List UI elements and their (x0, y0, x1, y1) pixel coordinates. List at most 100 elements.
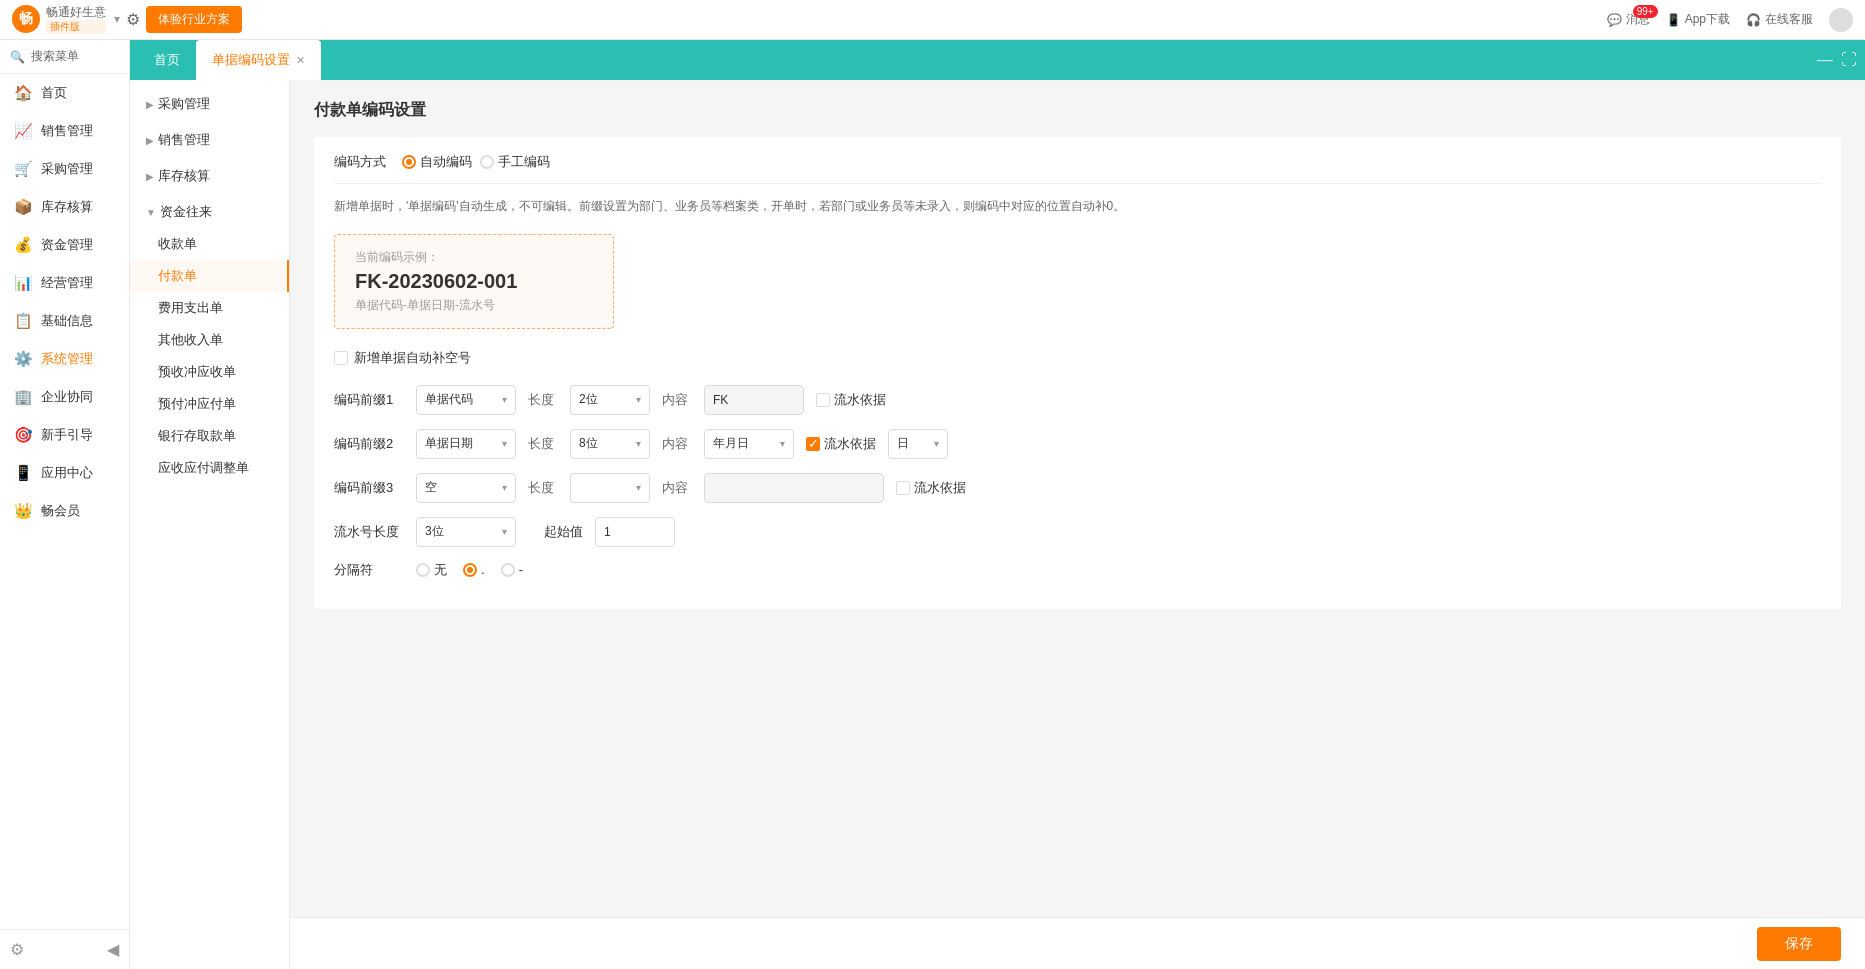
auto-code-radio-dot (402, 155, 416, 169)
prefix2-select[interactable]: 单据日期 ▾ (416, 429, 516, 459)
main-layout: 🔍 搜索菜单 🏠 首页 📈 销售管理 🛒 采购管理 📦 库存核算 💰 资金管理 … (0, 40, 1865, 969)
sidebar-item-home[interactable]: 🏠 首页 (0, 74, 129, 112)
sub-group-inventory-title[interactable]: ▶ 库存核算 (130, 160, 289, 192)
content3-value (704, 473, 884, 503)
auto-code-radio[interactable]: 自动编码 (402, 153, 472, 171)
prefix3-arrow-icon: ▾ (502, 482, 507, 493)
start-value-input[interactable]: 1 (595, 517, 675, 547)
content2-select[interactable]: 年月日 ▾ (704, 429, 794, 459)
search-menu-button[interactable]: 🔍 搜索菜单 (0, 40, 129, 74)
sub-group-inventory: ▶ 库存核算 (130, 160, 289, 192)
stream2-day-select[interactable]: 日 ▾ (888, 429, 948, 459)
sub-item-prepay-offset[interactable]: 预收冲应收单 (130, 356, 289, 388)
sub-group-capital-title[interactable]: ▼ 资金往来 (130, 196, 289, 228)
sep-dot-radio[interactable]: . (463, 562, 485, 577)
sidebar-item-system[interactable]: ⚙️ 系统管理 (0, 340, 129, 378)
serial-row: 流水号长度 3位 ▾ 起始值 1 (334, 517, 1821, 547)
serial-arrow-icon: ▾ (502, 526, 507, 537)
user-avatar[interactable] (1829, 8, 1853, 32)
manual-code-radio-dot (480, 155, 494, 169)
message-button[interactable]: 💬 消息 99+ (1607, 11, 1650, 28)
sidebar-item-finance[interactable]: 💰 资金管理 (0, 226, 129, 264)
stream2-checkbox[interactable]: ✓ 流水依据 (806, 435, 876, 453)
stream2-checkbox-box: ✓ (806, 437, 820, 451)
length3-arrow-icon: ▾ (636, 482, 641, 493)
arrow-down-icon: ▼ (146, 207, 156, 218)
code-example-box: 当前编码示例： FK-20230602-001 单据代码-单据日期-流水号 (334, 234, 614, 329)
length2-select[interactable]: 8位 ▾ (570, 429, 650, 459)
stream1-checkbox[interactable]: 流水依据 (816, 391, 886, 409)
finance-icon: 💰 (14, 236, 33, 254)
prefix1-label: 编码前缀1 (334, 391, 404, 409)
prefix3-label: 编码前缀3 (334, 479, 404, 497)
home-icon: 🏠 (14, 84, 33, 102)
sub-item-payment[interactable]: 付款单 (130, 260, 289, 292)
arrow-icon: ▶ (146, 135, 154, 146)
operation-icon: 📊 (14, 274, 33, 292)
sep-none-radio[interactable]: 无 (416, 561, 447, 579)
auto-fill-checkbox[interactable] (334, 351, 348, 365)
tab-encoding-settings[interactable]: 单据编码设置 ✕ (196, 40, 321, 80)
prefix1-arrow-icon: ▾ (502, 394, 507, 405)
length1-select[interactable]: 2位 ▾ (570, 385, 650, 415)
sub-item-expense[interactable]: 费用支出单 (130, 292, 289, 324)
sidebar-item-basic[interactable]: 📋 基础信息 (0, 302, 129, 340)
brand-icon: 畅 (12, 5, 40, 33)
arrow-icon: ▶ (146, 171, 154, 182)
sidebar-item-membership[interactable]: 👑 畅会员 (0, 492, 129, 530)
content3-label: 内容 (662, 479, 688, 497)
content-wrapper: ▶ 采购管理 ▶ 销售管理 ▶ 库存核算 (130, 80, 1865, 969)
sub-group-capital: ▼ 资金往来 收款单 付款单 费用支出单 其他收入单 预收冲应收单 预付冲应付单… (130, 196, 289, 484)
trial-button[interactable]: 体验行业方案 (146, 6, 242, 33)
length3-select[interactable]: ▾ (570, 473, 650, 503)
sidebar-item-enterprise[interactable]: 🏢 企业协同 (0, 378, 129, 416)
info-text: 新增单据时，'单据编码'自动生成，不可编辑。前缀设置为部门、业务员等档案类，开单… (334, 196, 1821, 218)
serial-length-select[interactable]: 3位 ▾ (416, 517, 516, 547)
stream3-checkbox[interactable]: 流水依据 (896, 479, 966, 497)
sub-item-receipt[interactable]: 收款单 (130, 228, 289, 260)
sub-group-purchase-title[interactable]: ▶ 采购管理 (130, 88, 289, 120)
arrow-icon: ▶ (146, 99, 154, 110)
sidebar-item-purchase[interactable]: 🛒 采购管理 (0, 150, 129, 188)
code-example-sub: 单据代码-单据日期-流水号 (355, 297, 593, 314)
page-title: 付款单编码设置 (314, 100, 1841, 121)
tab-home[interactable]: 首页 (138, 40, 196, 80)
dropdown-arrow-icon[interactable]: ▾ (114, 12, 120, 26)
sidebar-settings-icon[interactable]: ⚙ (10, 940, 24, 959)
topbar-left: 畅 畅通好生意 插件版 ▾ ⚙ 体验行业方案 (12, 5, 242, 33)
sidebar-collapse-icon[interactable]: ◀ (107, 940, 119, 959)
topbar-right: 💬 消息 99+ 📱 App下载 🎧 在线客服 (1607, 8, 1853, 32)
sep-none-dot (416, 563, 430, 577)
separator-label: 分隔符 (334, 561, 404, 579)
sep-dash-radio[interactable]: - (501, 562, 523, 577)
sidebar-item-inventory[interactable]: 📦 库存核算 (0, 188, 129, 226)
stream1-checkbox-box (816, 393, 830, 407)
sub-item-adjust[interactable]: 应收应付调整单 (130, 452, 289, 484)
app-download-button[interactable]: 📱 App下载 (1666, 11, 1730, 28)
prefix1-select[interactable]: 单据代码 ▾ (416, 385, 516, 415)
sidebar-item-appcenter[interactable]: 📱 应用中心 (0, 454, 129, 492)
brand-text: 畅通好生意 插件版 (46, 5, 106, 33)
tabbar-actions: — ⛶ (1817, 51, 1857, 69)
online-service-button[interactable]: 🎧 在线客服 (1746, 11, 1813, 28)
membership-icon: 👑 (14, 502, 33, 520)
main-content: 付款单编码设置 编码方式 自动编码 手工编码 (290, 80, 1865, 917)
tab-close-icon[interactable]: ✕ (296, 54, 305, 67)
save-button[interactable]: 保存 (1757, 927, 1841, 961)
tabbar-minimize-icon[interactable]: — (1817, 51, 1833, 69)
sidebar-item-sales[interactable]: 📈 销售管理 (0, 112, 129, 150)
sub-item-bank[interactable]: 银行存取款单 (130, 420, 289, 452)
message-badge: 99+ (1633, 5, 1658, 18)
system-icon: ⚙️ (14, 350, 33, 368)
settings-icon[interactable]: ⚙ (126, 10, 140, 29)
sub-item-advance-offset[interactable]: 预付冲应付单 (130, 388, 289, 420)
sidebar-item-operation[interactable]: 📊 经营管理 (0, 264, 129, 302)
manual-code-radio[interactable]: 手工编码 (480, 153, 550, 171)
tabbar-maximize-icon[interactable]: ⛶ (1841, 51, 1857, 69)
sub-group-sales-title[interactable]: ▶ 销售管理 (130, 124, 289, 156)
sidebar-item-guide[interactable]: 🎯 新手引导 (0, 416, 129, 454)
prefix3-select[interactable]: 空 ▾ (416, 473, 516, 503)
sub-group-purchase: ▶ 采购管理 (130, 88, 289, 120)
message-icon: 💬 (1607, 13, 1622, 27)
sub-item-other-income[interactable]: 其他收入单 (130, 324, 289, 356)
